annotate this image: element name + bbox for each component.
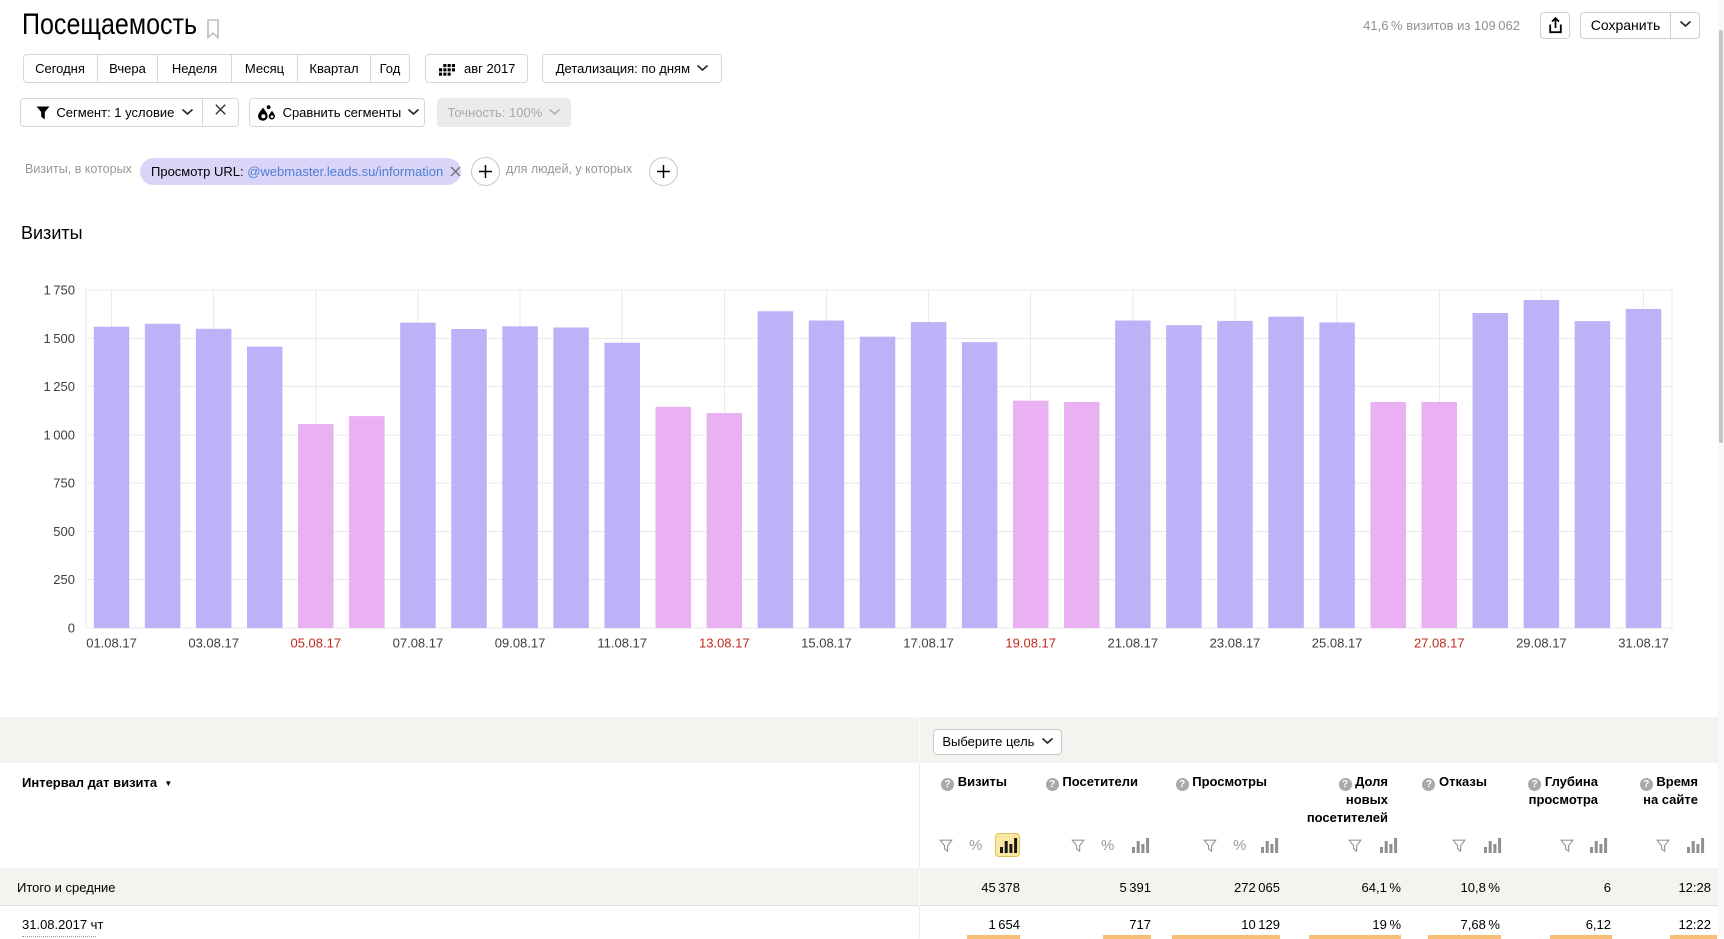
svg-text:750: 750 (53, 476, 75, 491)
svg-text:21.08.17: 21.08.17 (1108, 636, 1159, 651)
svg-text:11.08.17: 11.08.17 (597, 636, 647, 651)
svg-text:23.08.17: 23.08.17 (1210, 636, 1261, 651)
svg-text:25.08.17: 25.08.17 (1312, 636, 1363, 651)
svg-text:19.08.17: 19.08.17 (1005, 636, 1056, 651)
svg-text:05.08.17: 05.08.17 (290, 636, 341, 651)
svg-text:29.08.17: 29.08.17 (1516, 636, 1567, 651)
svg-text:01.08.17: 01.08.17 (86, 636, 137, 651)
svg-text:17.08.17: 17.08.17 (903, 636, 954, 651)
svg-text:03.08.17: 03.08.17 (188, 636, 239, 651)
svg-text:13.08.17: 13.08.17 (699, 636, 750, 651)
svg-text:250: 250 (53, 572, 75, 587)
svg-text:27.08.17: 27.08.17 (1414, 636, 1465, 651)
svg-text:1 750: 1 750 (43, 283, 75, 298)
svg-text:15.08.17: 15.08.17 (801, 636, 852, 651)
svg-text:1 250: 1 250 (43, 379, 75, 394)
svg-text:0: 0 (68, 621, 75, 636)
svg-text:1 000: 1 000 (43, 427, 75, 442)
svg-text:500: 500 (53, 524, 75, 539)
svg-text:1 500: 1 500 (43, 331, 75, 346)
svg-text:09.08.17: 09.08.17 (495, 636, 546, 651)
svg-text:07.08.17: 07.08.17 (393, 636, 444, 651)
svg-text:31.08.17: 31.08.17 (1618, 636, 1669, 651)
